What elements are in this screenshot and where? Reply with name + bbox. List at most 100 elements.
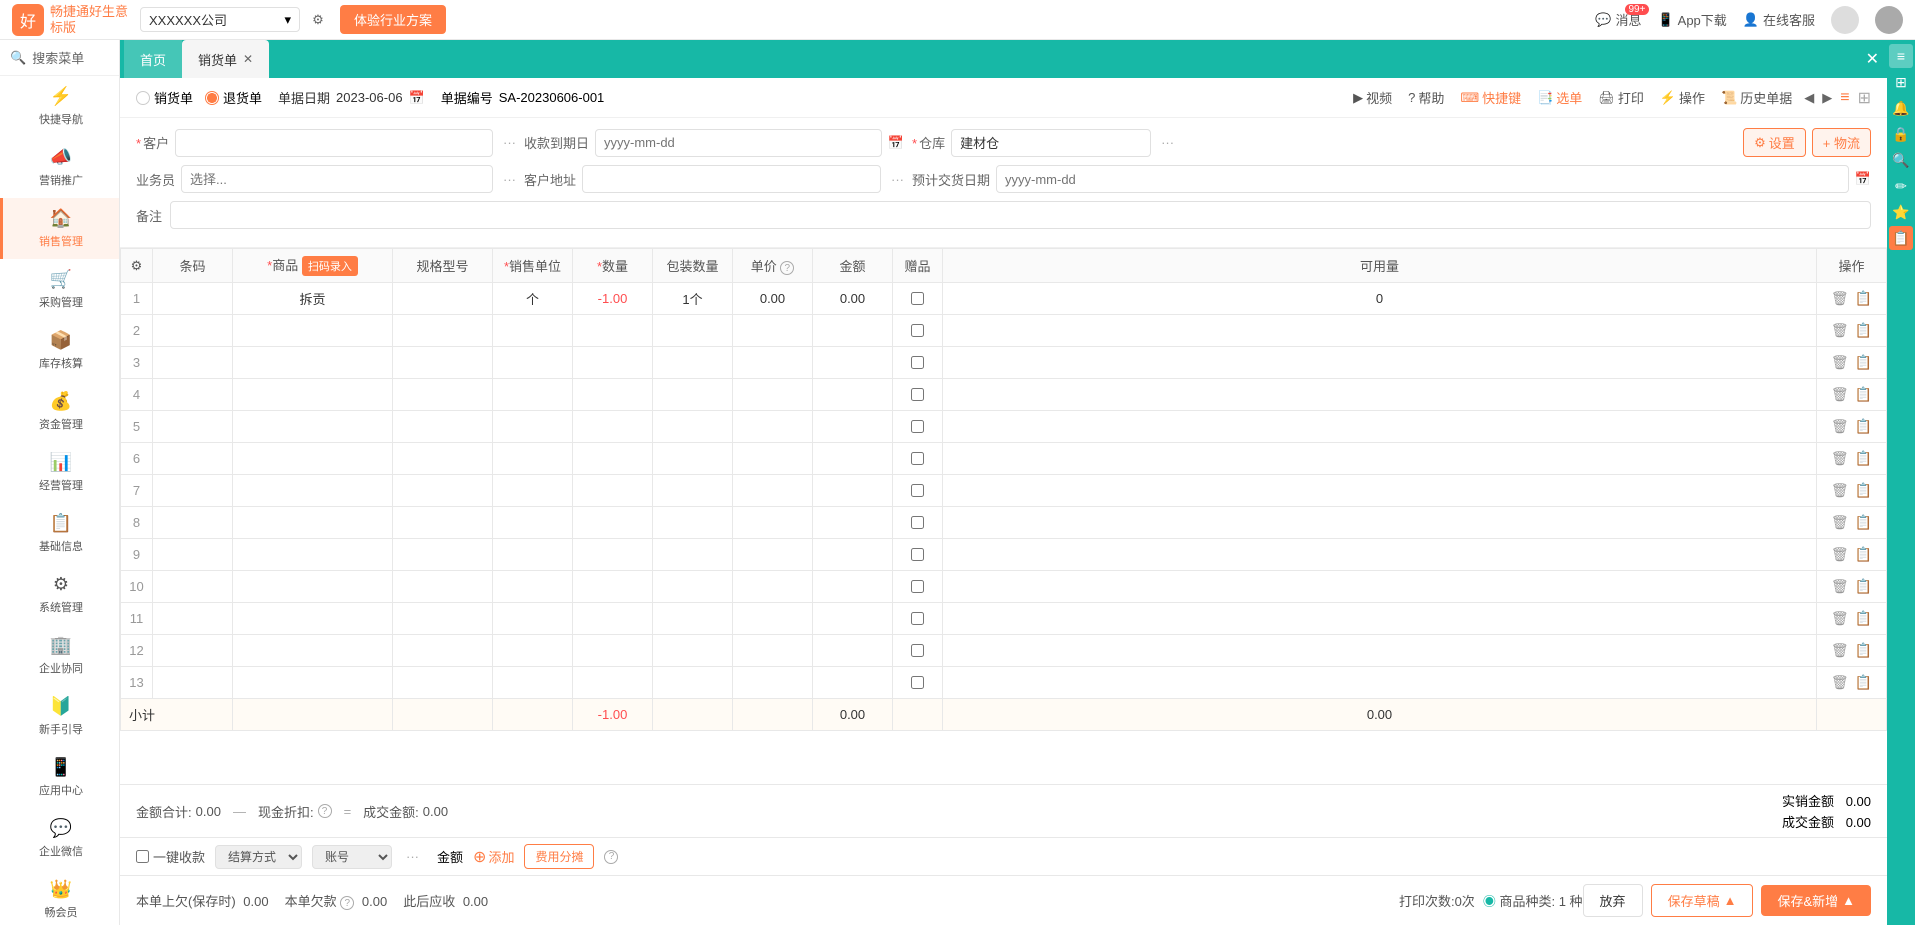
cell-product-13[interactable] <box>233 667 393 699</box>
cell-amount-10[interactable] <box>813 571 893 603</box>
copy-btn-4[interactable]: 📋 <box>1855 386 1872 403</box>
delete-btn-3[interactable]: 🗑 <box>1831 354 1849 371</box>
cell-barcode-12[interactable] <box>153 635 233 667</box>
cell-unit-price-9[interactable] <box>733 539 813 571</box>
cell-barcode-9[interactable] <box>153 539 233 571</box>
payment-due-calendar-icon[interactable]: 📅 <box>888 135 904 151</box>
cell-pkg-qty-7[interactable] <box>653 475 733 507</box>
copy-btn-2[interactable]: 📋 <box>1855 322 1872 339</box>
radio-return-order[interactable]: 退货单 <box>205 88 262 107</box>
delete-btn-4[interactable]: 🗑 <box>1831 386 1849 403</box>
app-download-btn[interactable]: 📱 App下载 <box>1657 10 1726 29</box>
sidebar-item-enterprise[interactable]: 🏢 企业协同 <box>0 625 119 686</box>
cell-unit-price-1[interactable]: 0.00 <box>733 283 813 315</box>
copy-btn-12[interactable]: 📋 <box>1855 642 1872 659</box>
gift-checkbox-11[interactable] <box>911 612 924 625</box>
one-click-payment-checkbox[interactable] <box>136 850 149 863</box>
sidebar-item-inventory[interactable]: 📦 库存核算 <box>0 320 119 381</box>
payment-due-input[interactable] <box>595 129 882 157</box>
expense-split-btn[interactable]: 费用分摊 <box>524 844 594 869</box>
right-panel-list-btn[interactable]: ≡ <box>1889 44 1913 68</box>
cell-product-10[interactable] <box>233 571 393 603</box>
sidebar-item-purchase[interactable]: 🛒 采购管理 <box>0 259 119 320</box>
remarks-input[interactable] <box>170 201 1871 229</box>
cell-qty-8[interactable] <box>573 507 653 539</box>
copy-btn-7[interactable]: 📋 <box>1855 482 1872 499</box>
cell-unit-price-4[interactable] <box>733 379 813 411</box>
close-all-icon[interactable]: ✕ <box>1866 49 1879 69</box>
cell-pkg-qty-1[interactable]: 1个 <box>653 283 733 315</box>
cell-amount-13[interactable] <box>813 667 893 699</box>
cell-amount-4[interactable] <box>813 379 893 411</box>
prev-icon[interactable]: ◀ <box>1804 90 1814 106</box>
cell-qty-10[interactable] <box>573 571 653 603</box>
customer-input[interactable] <box>175 129 493 157</box>
gift-checkbox-12[interactable] <box>911 644 924 657</box>
copy-btn-13[interactable]: 📋 <box>1855 674 1872 691</box>
sidebar-item-wechat[interactable]: 💬 企业微信 <box>0 808 119 869</box>
video-btn[interactable]: ▶ 视频 <box>1349 86 1396 109</box>
copy-btn-9[interactable]: 📋 <box>1855 546 1872 563</box>
cell-unit-10[interactable] <box>493 571 573 603</box>
sidebar-item-system[interactable]: ⚙ 系统管理 <box>0 564 119 625</box>
cell-spec-3[interactable] <box>393 347 493 379</box>
cell-pkg-qty-11[interactable] <box>653 603 733 635</box>
add-btn[interactable]: ⊕ 添加 <box>473 847 514 867</box>
delete-btn-10[interactable]: 🗑 <box>1831 578 1849 595</box>
cell-amount-8[interactable] <box>813 507 893 539</box>
delete-btn-8[interactable]: 🗑 <box>1831 514 1849 531</box>
cell-barcode-6[interactable] <box>153 443 233 475</box>
one-click-payment-label[interactable]: 一键收款 <box>136 847 205 866</box>
cell-unit-5[interactable] <box>493 411 573 443</box>
online-service-btn[interactable]: 👤 在线客服 <box>1743 10 1815 29</box>
cell-gift-3[interactable] <box>893 347 943 379</box>
cell-spec-4[interactable] <box>393 379 493 411</box>
logistics-btn[interactable]: + 物流 <box>1812 128 1871 157</box>
cell-pkg-qty-9[interactable] <box>653 539 733 571</box>
save-new-btn[interactable]: 保存&新增 ▲ <box>1761 885 1871 916</box>
cell-product-8[interactable] <box>233 507 393 539</box>
cell-unit-price-12[interactable] <box>733 635 813 667</box>
cell-unit-4[interactable] <box>493 379 573 411</box>
gift-checkbox-1[interactable] <box>911 292 924 305</box>
cell-spec-1[interactable] <box>393 283 493 315</box>
shortcut-btn[interactable]: ⌨ 快捷键 <box>1456 86 1525 109</box>
cell-pkg-qty-2[interactable] <box>653 315 733 347</box>
cell-product-2[interactable] <box>233 315 393 347</box>
cell-pkg-qty-8[interactable] <box>653 507 733 539</box>
sidebar-item-quick-nav[interactable]: ⚡ 快捷导航 <box>0 76 119 137</box>
sidebar-item-basic-info[interactable]: 📋 基础信息 <box>0 503 119 564</box>
cell-unit-price-5[interactable] <box>733 411 813 443</box>
cell-spec-6[interactable] <box>393 443 493 475</box>
cell-pkg-qty-4[interactable] <box>653 379 733 411</box>
copy-btn-1[interactable]: 📋 <box>1855 290 1872 307</box>
cell-product-11[interactable] <box>233 603 393 635</box>
gift-checkbox-5[interactable] <box>911 420 924 433</box>
cell-amount-11[interactable] <box>813 603 893 635</box>
list-view-icon[interactable]: ≡ <box>1840 89 1849 107</box>
copy-btn-11[interactable]: 📋 <box>1855 610 1872 627</box>
cell-spec-7[interactable] <box>393 475 493 507</box>
cell-spec-13[interactable] <box>393 667 493 699</box>
account-select[interactable]: 账号 <box>312 845 392 869</box>
warehouse-dots-btn[interactable]: ··· <box>1161 135 1174 150</box>
cell-product-3[interactable] <box>233 347 393 379</box>
cell-barcode-4[interactable] <box>153 379 233 411</box>
delete-btn-12[interactable]: 🗑 <box>1831 642 1849 659</box>
sidebar-item-app-center[interactable]: 📱 应用中心 <box>0 747 119 808</box>
delete-btn-13[interactable]: 🗑 <box>1831 674 1849 691</box>
right-panel-search-btn[interactable]: 🔍 <box>1889 148 1913 172</box>
gift-checkbox-6[interactable] <box>911 452 924 465</box>
company-selector[interactable]: XXXXXX公司 ▾ <box>140 7 300 32</box>
cell-qty-12[interactable] <box>573 635 653 667</box>
delete-btn-1[interactable]: 🗑 <box>1831 290 1849 307</box>
cell-unit-price-8[interactable] <box>733 507 813 539</box>
salesperson-input[interactable] <box>181 165 493 193</box>
cell-pkg-qty-12[interactable] <box>653 635 733 667</box>
cell-qty-5[interactable] <box>573 411 653 443</box>
cell-pkg-qty-6[interactable] <box>653 443 733 475</box>
cell-amount-12[interactable] <box>813 635 893 667</box>
cell-barcode-10[interactable] <box>153 571 233 603</box>
gift-checkbox-3[interactable] <box>911 356 924 369</box>
cell-unit-price-7[interactable] <box>733 475 813 507</box>
